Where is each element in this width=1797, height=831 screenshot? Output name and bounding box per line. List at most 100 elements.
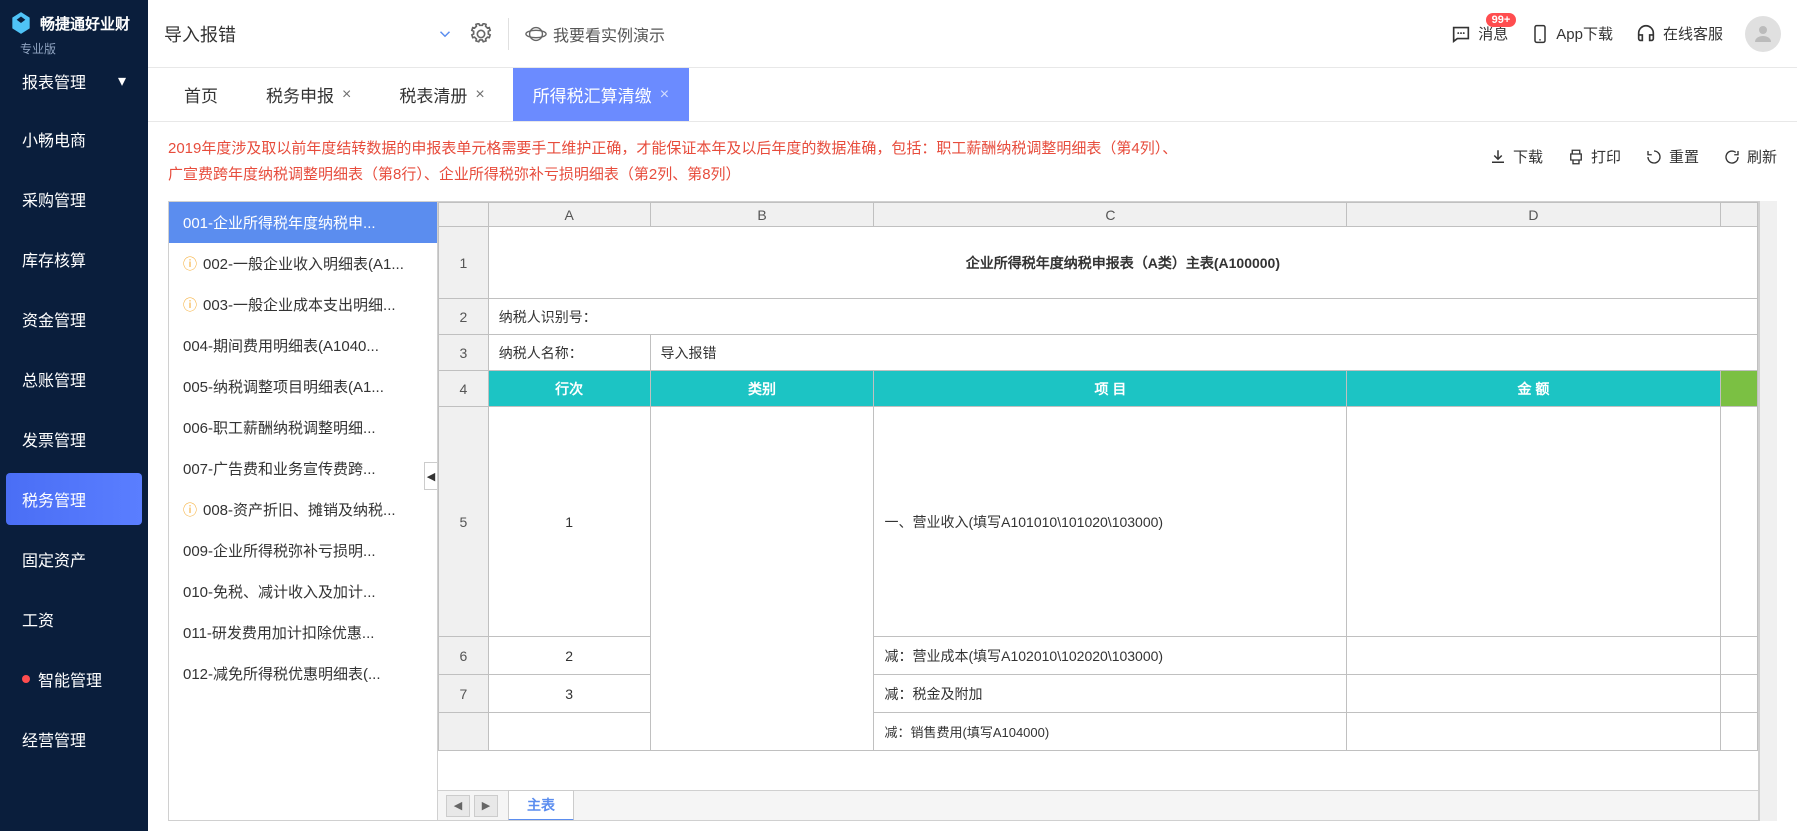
tree-item-010[interactable]: 010-免税、减计收入及加计... [169, 571, 437, 612]
sidebar: 畅捷通好业财 专业版 报表管理▾ 小畅电商 采购管理 库存核算 资金管理 总账管… [0, 0, 148, 831]
cell-5b[interactable] [650, 407, 874, 751]
row-header-8[interactable] [439, 713, 489, 751]
tree-item-012[interactable]: 012-减免所得税优惠明细表(... [169, 653, 437, 694]
cell-taxpayer-name-value[interactable]: 导入报错 [650, 335, 1757, 371]
sidebar-item-funds[interactable]: 资金管理 [0, 289, 148, 349]
cell-6e[interactable] [1720, 637, 1757, 675]
sheet-tab-main[interactable]: 主表 [508, 790, 574, 821]
col-header-a[interactable]: A [488, 203, 650, 227]
download-button[interactable]: 下载 [1489, 146, 1543, 167]
cell-6c[interactable]: 减：营业成本(填写A102010\102020\103000) [874, 637, 1347, 675]
cell-7d[interactable] [1347, 675, 1720, 713]
close-icon[interactable]: × [475, 86, 484, 104]
tree-item-002[interactable]: ⓘ002-一般企业收入明细表(A1... [169, 243, 437, 284]
sidebar-item-purchase[interactable]: 采购管理 [0, 169, 148, 229]
planet-icon [525, 23, 547, 45]
tree-item-007[interactable]: 007-广告费和业务宣传费跨... [169, 448, 437, 489]
close-icon[interactable]: × [660, 86, 669, 104]
cell-5e[interactable] [1720, 407, 1757, 637]
tab-home[interactable]: 首页 [164, 68, 238, 121]
download-icon [1489, 148, 1507, 166]
cell-7a[interactable]: 3 [488, 675, 650, 713]
cell-8c[interactable]: 减：销售费用(填写A104000) [874, 713, 1347, 751]
phone-icon [1530, 23, 1550, 45]
demo-link[interactable]: 我要看实例演示 [525, 22, 665, 46]
cell-5c[interactable]: 一、营业收入(填写A101010\101020\103000) [874, 407, 1347, 637]
tree-item-008[interactable]: ⓘ008-资产折旧、摊销及纳税... [169, 489, 437, 530]
row-header-6[interactable]: 6 [439, 637, 489, 675]
cell-taxpayer-id[interactable]: 纳税人识别号： [488, 299, 1757, 335]
row-header-7[interactable]: 7 [439, 675, 489, 713]
cell-6a[interactable]: 2 [488, 637, 650, 675]
sidebar-item-ledger[interactable]: 总账管理 [0, 349, 148, 409]
sheet-nav-first[interactable]: ◀ [446, 795, 470, 817]
row-header-5[interactable]: 5 [439, 407, 489, 637]
tree-item-009[interactable]: 009-企业所得税弥补亏损明... [169, 530, 437, 571]
refresh-icon [1723, 148, 1741, 166]
header-item: 项 目 [874, 371, 1347, 407]
sidebar-item-ecommerce[interactable]: 小畅电商 [0, 109, 148, 169]
tree-item-005[interactable]: 005-纳税调整项目明细表(A1... [169, 366, 437, 407]
row-header-1[interactable]: 1 [439, 227, 489, 299]
cell-5a[interactable]: 1 [488, 407, 650, 637]
cell-8d[interactable] [1347, 713, 1720, 751]
tab-tax-declare[interactable]: 税务申报× [246, 68, 371, 121]
brand-logo: 畅捷通好业财 [0, 0, 148, 40]
row-header-2[interactable]: 2 [439, 299, 489, 335]
question-icon: ⓘ [183, 295, 197, 315]
sidebar-menu: 报表管理▾ 小畅电商 采购管理 库存核算 资金管理 总账管理 发票管理 税务管理… [0, 65, 148, 831]
tab-income-tax[interactable]: 所得税汇算清缴× [513, 68, 689, 121]
row-header-4[interactable]: 4 [439, 371, 489, 407]
gear-icon[interactable] [470, 23, 492, 45]
cell-5d[interactable] [1347, 407, 1720, 637]
refresh-button[interactable]: 刷新 [1723, 146, 1777, 167]
tree-item-004[interactable]: 004-期间费用明细表(A1040... [169, 325, 437, 366]
col-header-d[interactable]: D [1347, 203, 1720, 227]
sidebar-item-inventory[interactable]: 库存核算 [0, 229, 148, 289]
message-button[interactable]: 消息 99+ [1450, 23, 1508, 45]
close-icon[interactable]: × [342, 86, 351, 104]
sheet-title[interactable]: 企业所得税年度纳税申报表（A类）主表(A100000) [488, 227, 1757, 299]
app-download-button[interactable]: App下载 [1530, 23, 1613, 45]
tab-tax-list[interactable]: 税表清册× [379, 68, 504, 121]
vertical-scrollbar[interactable] [1759, 201, 1777, 821]
tree-item-006[interactable]: 006-职工薪酬纳税调整明细... [169, 407, 437, 448]
sheet-tabs: ◀ ▶ 主表 [438, 790, 1758, 820]
tree-item-011[interactable]: 011-研发费用加计扣除优惠... [169, 612, 437, 653]
sidebar-item-business[interactable]: 经营管理 [0, 709, 148, 769]
sidebar-item-tax[interactable]: 税务管理 [6, 473, 142, 525]
avatar[interactable] [1745, 16, 1781, 52]
col-header-c[interactable]: C [874, 203, 1347, 227]
logo-icon [8, 10, 34, 36]
sidebar-item-intelligence[interactable]: 智能管理 [0, 649, 148, 709]
red-dot-icon [22, 675, 30, 683]
sheet-grid[interactable]: A B C D 1 企业所得税年度纳税申报表（A类）主表(A100000) 2 [438, 202, 1758, 790]
cell-7c[interactable]: 减：税金及附加 [874, 675, 1347, 713]
cell-8e[interactable] [1720, 713, 1757, 751]
chevron-down-icon[interactable] [436, 25, 454, 43]
header-category: 类别 [650, 371, 874, 407]
sidebar-item-salary[interactable]: 工资 [0, 589, 148, 649]
user-icon [1751, 22, 1775, 46]
cell-8a[interactable] [488, 713, 650, 751]
print-button[interactable]: 打印 [1567, 146, 1621, 167]
sidebar-item-partial[interactable]: 报表管理▾ [0, 65, 148, 109]
service-button[interactable]: 在线客服 [1635, 23, 1723, 45]
header-search[interactable]: 导入报错 [164, 21, 454, 47]
cell-6d[interactable] [1347, 637, 1720, 675]
sidebar-item-assets[interactable]: 固定资产 [0, 529, 148, 589]
sheet-nav-prev[interactable]: ▶ [474, 795, 498, 817]
tree-item-003[interactable]: ⓘ003-一般企业成本支出明细... [169, 284, 437, 325]
cell-taxpayer-name-label[interactable]: 纳税人名称： [488, 335, 650, 371]
col-header-e[interactable] [1720, 203, 1757, 227]
collapse-handle[interactable]: ◀ [424, 462, 438, 490]
col-header-b[interactable]: B [650, 203, 874, 227]
cell-7e[interactable] [1720, 675, 1757, 713]
row-header-3[interactable]: 3 [439, 335, 489, 371]
sidebar-item-invoice[interactable]: 发票管理 [0, 409, 148, 469]
message-badge: 99+ [1486, 13, 1517, 27]
tree-item-001[interactable]: 001-企业所得税年度纳税申... [169, 202, 437, 243]
print-icon [1567, 148, 1585, 166]
reset-button[interactable]: 重置 [1645, 146, 1699, 167]
grid-corner[interactable] [439, 203, 489, 227]
